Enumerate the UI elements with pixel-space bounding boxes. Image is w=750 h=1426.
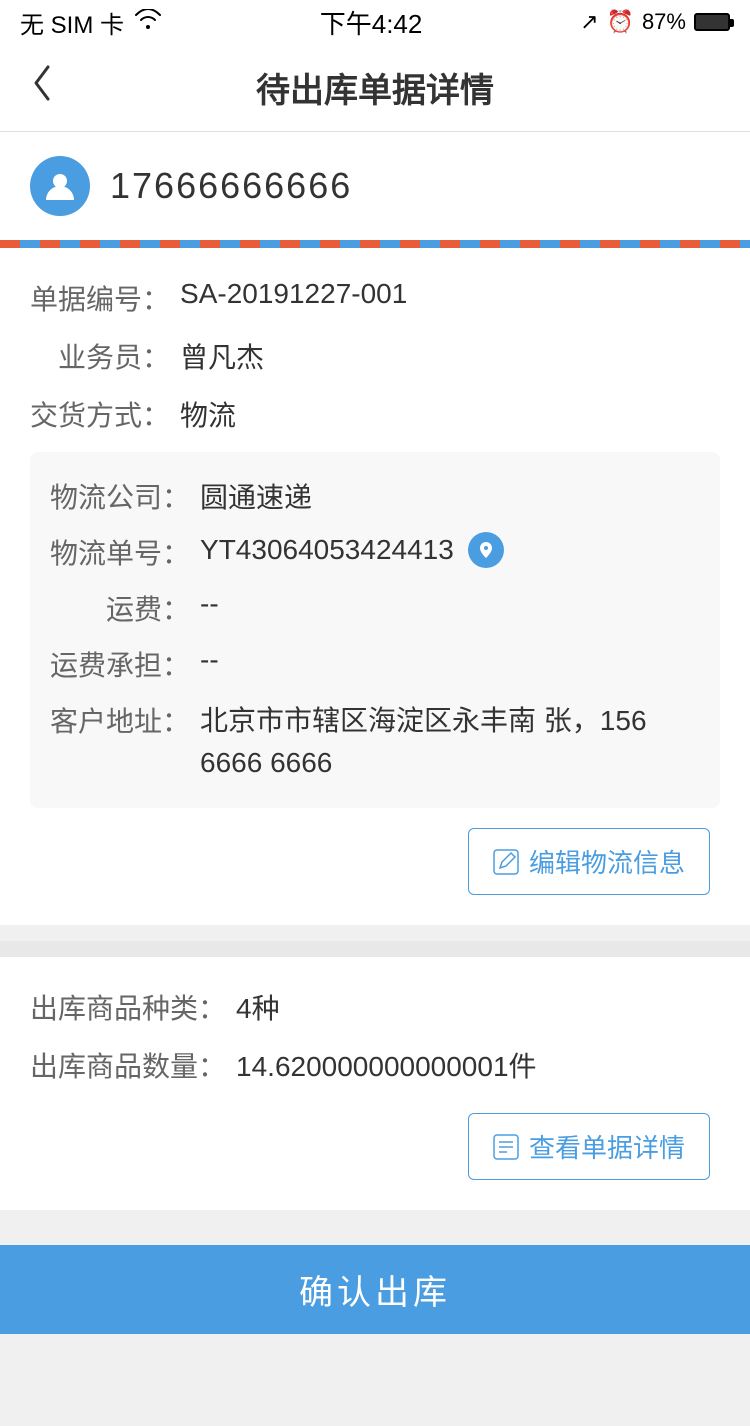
sales-person-value: 曾凡杰 [170,336,720,376]
doc-number-label: 单据编号： [30,278,170,318]
nav-bar: 待出库单据详情 [0,44,750,132]
freight-value: -- [190,588,700,620]
battery-icon [694,13,730,31]
user-section: 17666666666 [0,132,750,240]
battery-label: 87% [642,9,686,35]
wifi-icon [134,8,162,36]
doc-number-row: 单据编号： SA-20191227-001 [30,278,720,318]
address-row: 客户地址： 北京市市辖区海淀区永丰南 张，156 6666 6666 [50,700,700,784]
address-value: 北京市市辖区海淀区永丰南 张，156 6666 6666 [190,700,700,784]
dash-divider [0,240,750,248]
product-quantity-label: 出库商品数量： [30,1045,226,1085]
status-time: 下午4:42 [320,4,423,41]
sales-person-row: 业务员： 曾凡杰 [30,336,720,376]
tracking-number-label: 物流单号： [50,532,190,572]
edit-logistics-button[interactable]: 编辑物流信息 [468,828,710,895]
doc-number-value: SA-20191227-001 [170,278,720,310]
section-separator-1 [0,941,750,957]
status-right: ↗ ⏰ 87% [580,9,730,35]
product-types-value: 4种 [226,987,720,1027]
product-section: 出库商品种类： 4种 出库商品数量： 14.620000000000001件 查… [0,957,750,1210]
alarm-icon: ⏰ [607,9,634,35]
view-detail-btn-container: 查看单据详情 [30,1103,720,1190]
product-quantity-value: 14.620000000000001件 [226,1045,720,1085]
confirm-btn-container: 确认出库 [0,1245,750,1334]
freight-bear-row: 运费承担： -- [50,644,700,684]
product-quantity-row: 出库商品数量： 14.620000000000001件 [30,1045,720,1085]
sales-person-label: 业务员： [30,336,170,376]
freight-label: 运费： [50,588,190,628]
logistics-company-label: 物流公司： [50,476,190,516]
delivery-method-value: 物流 [170,394,720,434]
edit-logistics-label: 编辑物流信息 [529,843,685,880]
product-types-label: 出库商品种类： [30,987,226,1027]
view-detail-button[interactable]: 查看单据详情 [468,1113,710,1180]
status-bar: 无 SIM 卡 下午4:42 ↗ ⏰ 87% [0,0,750,44]
edit-btn-container: 编辑物流信息 [30,828,720,905]
logistics-card: 物流公司： 圆通速递 物流单号： YT43064053424413 运费： -- [30,452,720,808]
user-phone: 17666666666 [110,165,352,207]
view-detail-label: 查看单据详情 [529,1128,685,1165]
location-status-icon: ↗ [580,9,598,35]
main-content: 17666666666 单据编号： SA-20191227-001 业务员： 曾… [0,132,750,1426]
freight-bear-value: -- [190,644,700,676]
logistics-company-value: 圆通速递 [190,476,700,516]
address-label: 客户地址： [50,700,190,740]
product-types-row: 出库商品种类： 4种 [30,987,720,1027]
avatar [30,156,90,216]
tracking-number-row: 物流单号： YT43064053424413 [50,532,700,572]
tracking-location-icon[interactable] [468,532,504,568]
logistics-company-row: 物流公司： 圆通速递 [50,476,700,516]
delivery-method-row: 交货方式： 物流 [30,394,720,434]
back-button[interactable] [30,63,54,112]
page-title: 待出库单据详情 [256,63,494,112]
document-info-section: 单据编号： SA-20191227-001 业务员： 曾凡杰 交货方式： 物流 … [0,248,750,925]
confirm-outbound-button[interactable]: 确认出库 [0,1265,750,1314]
tracking-number-value: YT43064053424413 [190,532,700,568]
carrier-label: 无 SIM 卡 [20,5,124,40]
freight-row: 运费： -- [50,588,700,628]
freight-bear-label: 运费承担： [50,644,190,684]
status-left: 无 SIM 卡 [20,5,162,40]
delivery-method-label: 交货方式： [30,394,170,434]
